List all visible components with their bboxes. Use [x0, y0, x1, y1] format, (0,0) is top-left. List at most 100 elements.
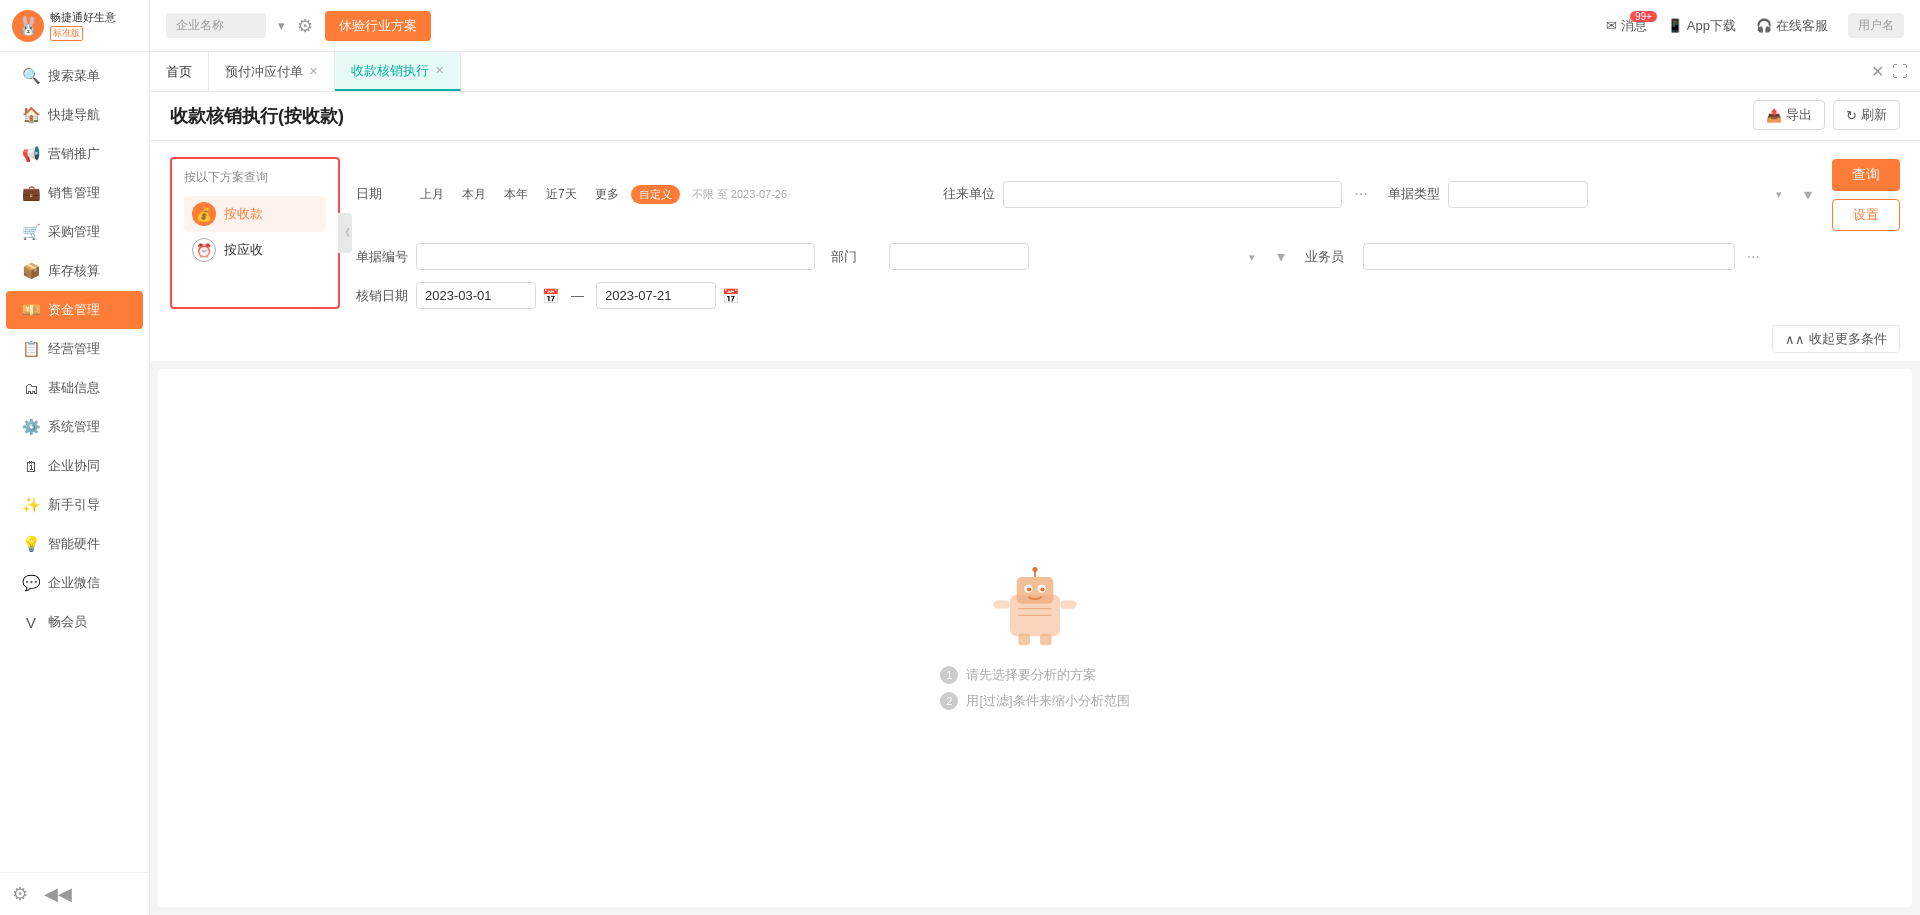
date-range-hint: 不限 至 2023-07-26	[692, 187, 787, 202]
tab-prepay-close-icon[interactable]: ✕	[309, 65, 318, 78]
filter-option-by-receivable[interactable]: ⏰ 按应收	[184, 232, 326, 268]
settings-bottom-icon[interactable]: ⚙	[12, 883, 28, 905]
tab-prepay[interactable]: 预付冲应付单 ✕	[209, 52, 335, 91]
tab-home[interactable]: 首页	[150, 52, 209, 91]
sidebar-item-inventory[interactable]: 📦 库存核算	[6, 252, 143, 290]
page-header-actions: 📤 导出 ↻ 刷新	[1753, 100, 1900, 130]
date-custom-btn[interactable]: 自定义	[631, 185, 680, 204]
sidebar-item-label: 库存核算	[48, 262, 100, 280]
app-logo: 🐰 畅捷通好生意 标准版	[0, 0, 149, 52]
collapse-sidebar-icon[interactable]: ◀◀	[44, 883, 72, 905]
brand-chevron-icon[interactable]: ▾	[278, 18, 285, 33]
sidebar-item-label: 系统管理	[48, 418, 100, 436]
setting-btn[interactable]: 设置	[1832, 199, 1900, 231]
sidebar-item-label: 采购管理	[48, 223, 100, 241]
sidebar-item-label: 智能硬件	[48, 535, 100, 553]
salesperson-more-icon[interactable]: ···	[1743, 248, 1764, 266]
message-badge: 99+	[1630, 11, 1657, 22]
page-body: 收款核销执行(按收款) 📤 导出 ↻ 刷新 按以下方案查询 💰 按收款	[150, 92, 1920, 915]
tab-home-label: 首页	[166, 63, 192, 81]
query-btn[interactable]: 查询	[1832, 159, 1900, 191]
export-btn[interactable]: 📤 导出	[1753, 100, 1825, 130]
sidebar-item-system[interactable]: ⚙️ 系统管理	[6, 408, 143, 446]
filter-panel-title: 按以下方案查询	[184, 169, 326, 186]
sidebar-item-marketing[interactable]: 📢 营销推广	[6, 135, 143, 173]
filter-field-docno: 单据编号	[356, 243, 815, 270]
home-icon: 🏠	[22, 106, 40, 124]
sidebar-item-label: 企业协同	[48, 457, 100, 475]
tab-expand-icon[interactable]: ⛶	[1892, 63, 1908, 81]
date-more-btn[interactable]: 更多	[589, 184, 625, 205]
doctype-more-icon[interactable]: ▾	[1800, 185, 1816, 204]
filter-fields: 日期 上月 本月 本年 近7天 更多 自定义 不限 至 2	[356, 157, 1900, 309]
tab-close-all-icon[interactable]: ✕	[1871, 62, 1884, 81]
sidebar-item-wechat[interactable]: 💬 企业微信	[6, 564, 143, 602]
partner-more-icon[interactable]: ···	[1350, 185, 1371, 203]
bulb-icon: 💡	[22, 535, 40, 553]
date-last-month-btn[interactable]: 上月	[414, 184, 450, 205]
hint-text-1: 请先选择要分析的方案	[966, 662, 1096, 688]
sidebar-item-vip[interactable]: V 畅会员	[6, 603, 143, 641]
svg-point-7	[1033, 567, 1038, 572]
user-profile[interactable]: 用户名	[1848, 13, 1904, 38]
dept-chevron-icon[interactable]: ▾	[1273, 247, 1289, 266]
salesperson-input[interactable]	[1363, 243, 1734, 270]
doctype-label: 单据类型	[1388, 185, 1440, 203]
online-service-btn[interactable]: 🎧 在线客服	[1756, 17, 1828, 35]
sidebar-item-search[interactable]: 🔍 搜索菜单	[6, 57, 143, 95]
sidebar-item-label: 经营管理	[48, 340, 100, 358]
date-unlimited: 不限	[692, 188, 714, 200]
app-label: App下载	[1687, 17, 1736, 35]
filter-option-by-collection[interactable]: 💰 按收款	[184, 196, 326, 232]
writeoff-start-input[interactable]	[416, 282, 536, 309]
sidebar-item-collab[interactable]: 🗓 企业协同	[6, 447, 143, 485]
app-download-btn[interactable]: 📱 App下载	[1667, 17, 1736, 35]
sidebar-item-guide[interactable]: ✨ 新手引导	[6, 486, 143, 524]
industry-btn[interactable]: 休验行业方案	[325, 11, 431, 41]
message-btn[interactable]: ✉ 消息 99+	[1606, 17, 1647, 35]
sidebar-item-basic-info[interactable]: 🗂 基础信息	[6, 369, 143, 407]
gear-icon: ⚙️	[22, 418, 40, 436]
sidebar-item-finance[interactable]: 💴 资金管理	[6, 291, 143, 329]
filter-field-date: 日期 上月 本月 本年 近7天 更多 自定义 不限 至 2	[356, 184, 927, 205]
salesperson-label: 业务员	[1305, 248, 1355, 266]
date-7days-btn[interactable]: 近7天	[540, 184, 583, 205]
collapse-more-btn[interactable]: ∧∧ 收起更多条件	[1772, 325, 1900, 353]
calendar-start-icon[interactable]: 📅	[542, 288, 559, 304]
chat-icon: 💬	[22, 574, 40, 592]
sidebar-item-operations[interactable]: 📋 经营管理	[6, 330, 143, 368]
calendar-end-icon[interactable]: 📅	[722, 288, 739, 304]
dept-select-wrapper	[889, 243, 1266, 270]
filter-type-panel: 按以下方案查询 💰 按收款 ⏰ 按应收 《	[170, 157, 340, 309]
writeoff-date-label: 核销日期	[356, 287, 408, 305]
filter-option-label: 按应收	[224, 241, 263, 259]
svg-rect-8	[993, 600, 1010, 608]
star-icon: ✨	[22, 496, 40, 514]
writeoff-end-input[interactable]	[596, 282, 716, 309]
page-title: 收款核销执行(按收款)	[170, 104, 1900, 128]
dept-select[interactable]	[889, 243, 1029, 270]
docno-input[interactable]	[416, 243, 815, 270]
sidebar-item-purchase[interactable]: 🛒 采购管理	[6, 213, 143, 251]
partner-input[interactable]	[1003, 181, 1342, 208]
date-this-month-btn[interactable]: 本月	[456, 184, 492, 205]
hint-text-2: 用[过滤]条件来缩小分析范围	[966, 688, 1129, 714]
sidebar-item-quicknav[interactable]: 🏠 快捷导航	[6, 96, 143, 134]
topbar-gear-icon[interactable]: ⚙	[297, 15, 313, 37]
sidebar-item-sales[interactable]: 💼 销售管理	[6, 174, 143, 212]
sidebar-item-hardware[interactable]: 💡 智能硬件	[6, 525, 143, 563]
filter-field-doctype: 单据类型 ▾	[1388, 181, 1816, 208]
sidebar-bottom: ⚙ ◀◀	[0, 872, 149, 915]
filter-field-writeoff-date: 核销日期 📅 — 📅	[356, 282, 1900, 309]
brand-selector[interactable]: 企业名称	[166, 13, 266, 38]
cart-icon: 🛒	[22, 223, 40, 241]
refresh-btn[interactable]: ↻ 刷新	[1833, 100, 1900, 130]
tab-collection-close-icon[interactable]: ✕	[435, 64, 444, 77]
money-icon: 💴	[22, 301, 40, 319]
tab-collection[interactable]: 收款核销执行 ✕	[335, 52, 461, 91]
svg-point-5	[1040, 587, 1044, 591]
date-this-year-btn[interactable]: 本年	[498, 184, 534, 205]
doctype-select[interactable]	[1448, 181, 1588, 208]
collapse-panel-btn[interactable]: 《	[338, 213, 352, 253]
svg-point-4	[1027, 587, 1031, 591]
